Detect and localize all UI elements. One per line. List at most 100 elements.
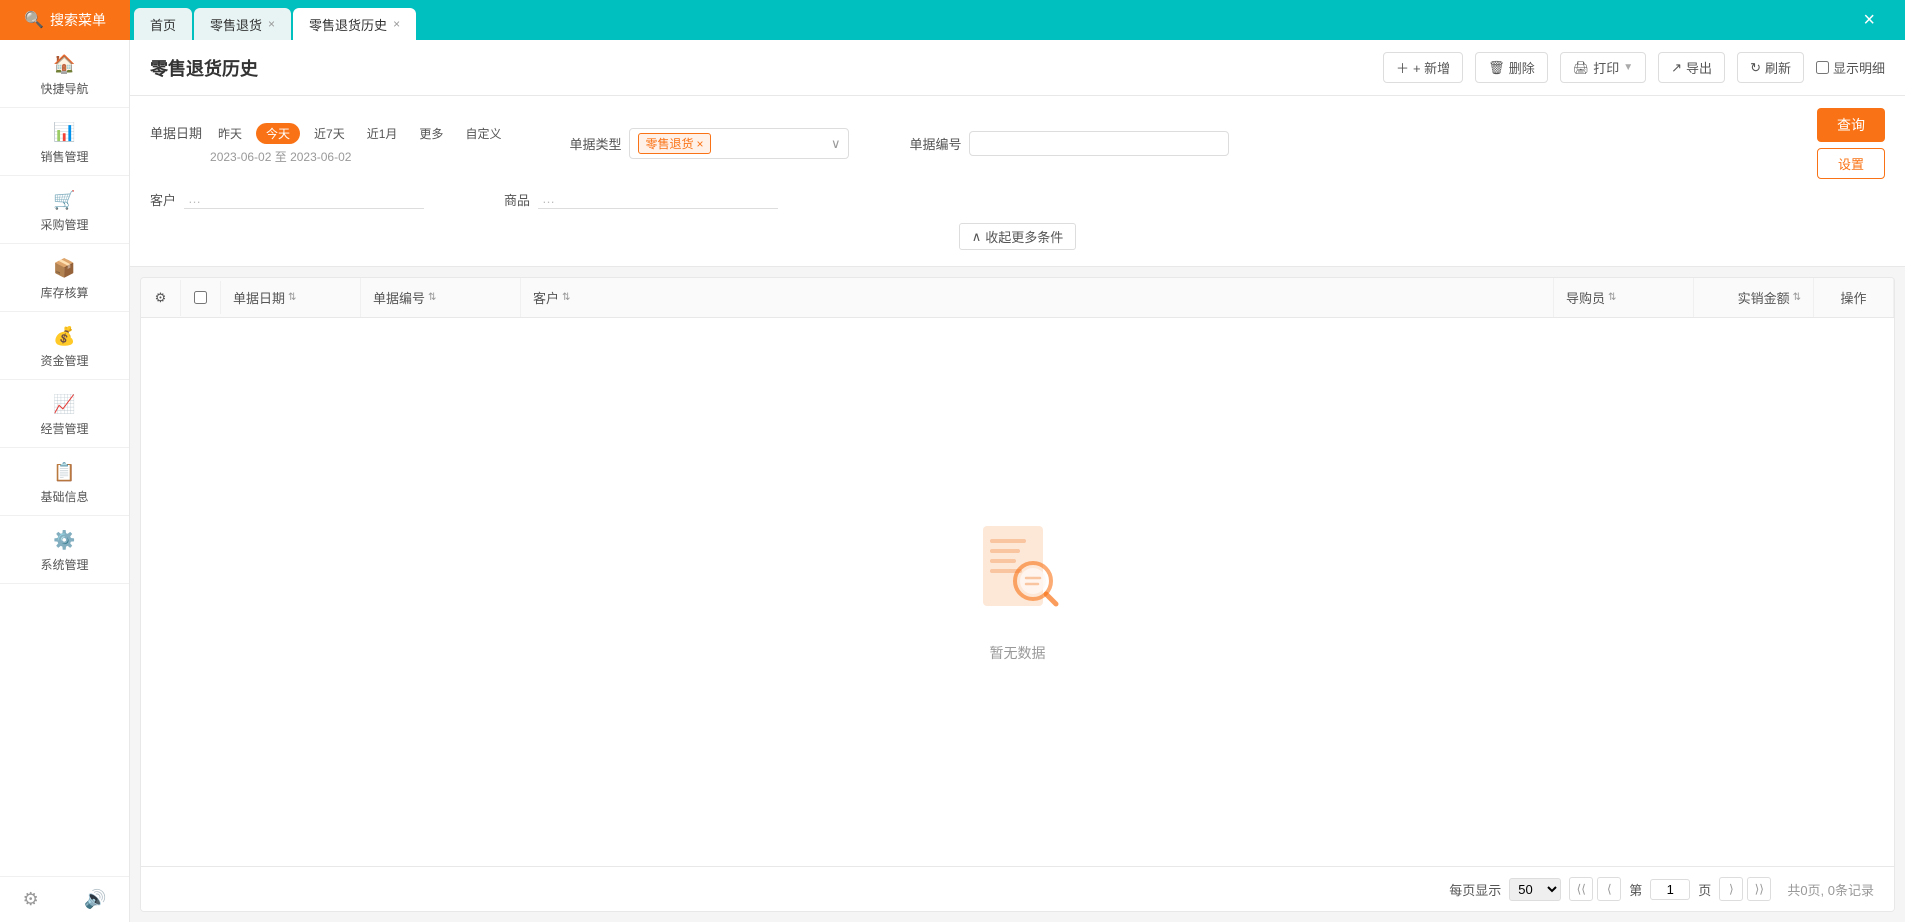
filter-area: 单据日期 昨天 今天 近7天 近1月 更多 自定义 2023-06-02 至 2… [130, 96, 1905, 267]
page-last-button[interactable]: ⟩⟩ [1747, 877, 1771, 901]
customer-input-area[interactable]: … [184, 189, 424, 209]
sidebar-item-sales[interactable]: 📊 销售管理 [0, 108, 129, 176]
sidebar-item-inventory-label: 库存核算 [40, 284, 88, 301]
sort-amount-icon: ⇅ [1793, 292, 1801, 303]
display-detail-checkbox[interactable] [1816, 61, 1829, 74]
refresh-button[interactable]: ↻ 刷新 [1737, 52, 1804, 83]
gear-icon[interactable]: ⚙ [23, 889, 39, 910]
collapse-label: 收起更多条件 [985, 227, 1063, 246]
tab-retail-return-history-label: 零售退货历史 [309, 15, 387, 34]
page-next-button[interactable]: ⟩ [1719, 877, 1743, 901]
goods-label: 商品 [504, 190, 530, 209]
display-detail-toggle[interactable]: 显示明细 [1816, 58, 1885, 77]
query-settings-group: 查询 设置 [1817, 108, 1885, 179]
sidebar-item-purchase[interactable]: 🛒 采购管理 [0, 176, 129, 244]
tab-home[interactable]: 首页 [134, 8, 192, 40]
th-amount[interactable]: 实销金额 ⇅ [1694, 278, 1814, 317]
date-btn-7days[interactable]: 近7天 [306, 123, 353, 144]
page-prev-button[interactable]: ⟨ [1597, 877, 1621, 901]
page-total-label: 共0页, 0条记录 [1787, 880, 1874, 899]
empty-text: 暂无数据 [990, 643, 1046, 663]
query-button[interactable]: 查询 [1817, 108, 1885, 142]
sidebar-item-system[interactable]: ⚙️ 系统管理 [0, 516, 129, 584]
close-icon[interactable]: × [268, 17, 275, 31]
search-icon: 🔍 [24, 10, 44, 30]
filter-row-1: 单据日期 昨天 今天 近7天 近1月 更多 自定义 2023-06-02 至 2… [150, 108, 1885, 179]
sidebar-item-operations-label: 经营管理 [40, 420, 88, 437]
sort-guide-icon: ⇅ [1608, 292, 1616, 303]
delete-button[interactable]: 🗑 删除 [1475, 52, 1548, 83]
tab-bar: 首页 零售退货 × 零售退货历史 × [130, 0, 1853, 40]
sort-date-icon: ⇅ [288, 292, 296, 303]
delete-icon: 🗑 [1488, 60, 1505, 76]
main-layout: 🏠 快捷导航 📊 销售管理 🛒 采购管理 📦 库存核算 💰 资金管理 📈 经营管… [0, 40, 1905, 922]
th-settings[interactable]: ⚙ [141, 280, 181, 316]
tab-retail-return[interactable]: 零售退货 × [194, 8, 291, 40]
goods-input-area[interactable]: … [538, 189, 778, 209]
page-header: 零售退货历史 ＋ + 新增 🗑 删除 🖨 打印 ▼ ↗ 导出 [130, 40, 1905, 96]
sidebar-item-quicknav[interactable]: 🏠 快捷导航 [0, 40, 129, 108]
goods-filter: 商品 … [504, 189, 778, 209]
sidebar-item-finance-label: 资金管理 [40, 352, 88, 369]
filter-settings-button[interactable]: 设置 [1817, 148, 1885, 179]
operations-icon: 📈 [53, 394, 75, 415]
collapse-row: ∧ 收起更多条件 [150, 219, 1885, 254]
add-label: + 新增 [1413, 58, 1450, 77]
search-menu-bar[interactable]: 🔍 搜索菜单 [0, 0, 130, 40]
page-size-select[interactable]: 10 20 50 100 [1509, 878, 1561, 901]
table-header: ⚙ 单据日期 ⇅ 单据编号 ⇅ 客户 ⇅ 导购员 [141, 278, 1894, 318]
add-button[interactable]: ＋ + 新增 [1383, 52, 1463, 83]
export-button[interactable]: ↗ 导出 [1658, 52, 1725, 83]
sidebar-item-finance[interactable]: 💰 资金管理 [0, 312, 129, 380]
tab-retail-return-history[interactable]: 零售退货历史 × [293, 8, 416, 40]
doc-type-remove-icon[interactable]: × [696, 137, 703, 151]
page-number-input[interactable] [1650, 879, 1690, 900]
collapse-button[interactable]: ∧ 收起更多条件 [959, 223, 1077, 250]
th-customer-label: 客户 [533, 288, 559, 307]
date-filter-group: 昨天 今天 近7天 近1月 更多 自定义 2023-06-02 至 2023-0… [210, 123, 509, 165]
date-btn-1month[interactable]: 近1月 [359, 123, 406, 144]
export-label: 导出 [1686, 58, 1712, 77]
sort-customer-icon: ⇅ [562, 292, 570, 303]
sidebar-item-basic-info[interactable]: 📋 基础信息 [0, 448, 129, 516]
close-icon[interactable]: × [393, 17, 400, 31]
sidebar-item-operations[interactable]: 📈 经营管理 [0, 380, 129, 448]
th-guide[interactable]: 导购员 ⇅ [1554, 278, 1694, 317]
page-nav: ⟨⟨ ⟨ 第 页 ⟩ ⟩⟩ [1569, 877, 1771, 901]
home-icon: 🏠 [53, 54, 75, 75]
print-icon: 🖨 [1573, 60, 1590, 76]
select-all-checkbox[interactable] [194, 291, 207, 304]
sidebar-item-quicknav-label: 快捷导航 [40, 80, 88, 97]
date-btn-yesterday[interactable]: 昨天 [210, 123, 250, 144]
finance-icon: 💰 [53, 326, 75, 347]
th-docno[interactable]: 单据编号 ⇅ [361, 278, 521, 317]
toolbar: ＋ + 新增 🗑 删除 🖨 打印 ▼ ↗ 导出 ↻ [1383, 52, 1885, 83]
doc-type-tag-value: 零售退货 [645, 135, 693, 152]
doc-type-filter: 单据类型 零售退货 × ∨ [569, 128, 849, 159]
doc-no-input[interactable] [969, 131, 1229, 156]
date-btn-more[interactable]: 更多 [411, 123, 451, 144]
date-btn-today[interactable]: 今天 [256, 123, 300, 144]
sidebar-item-inventory[interactable]: 📦 库存核算 [0, 244, 129, 312]
th-docno-label: 单据编号 [373, 288, 425, 307]
goods-dotdot: … [542, 191, 555, 206]
doc-no-filter: 单据编号 [909, 131, 1229, 156]
th-date[interactable]: 单据日期 ⇅ [221, 278, 361, 317]
th-checkbox[interactable] [181, 281, 221, 314]
inventory-icon: 📦 [53, 258, 75, 279]
print-label: 打印 [1593, 58, 1619, 77]
export-icon: ↗ [1671, 60, 1682, 76]
doc-type-select[interactable]: 零售退货 × ∨ [629, 128, 849, 159]
volume-icon[interactable]: 🔊 [84, 889, 106, 910]
sidebar-item-sales-label: 销售管理 [40, 148, 88, 165]
sort-docno-icon: ⇅ [428, 292, 436, 303]
print-button[interactable]: 🖨 打印 ▼ [1560, 52, 1646, 83]
page-first-button[interactable]: ⟨⟨ [1569, 877, 1593, 901]
refresh-label: 刷新 [1765, 58, 1791, 77]
sidebar-item-basic-info-label: 基础信息 [40, 488, 88, 505]
date-range-display: 2023-06-02 至 2023-06-02 [210, 148, 509, 165]
th-customer[interactable]: 客户 ⇅ [521, 278, 1554, 317]
date-btn-custom[interactable]: 自定义 [457, 123, 509, 144]
table-settings-icon: ⚙ [155, 290, 167, 306]
window-close-button[interactable]: × [1853, 9, 1885, 32]
